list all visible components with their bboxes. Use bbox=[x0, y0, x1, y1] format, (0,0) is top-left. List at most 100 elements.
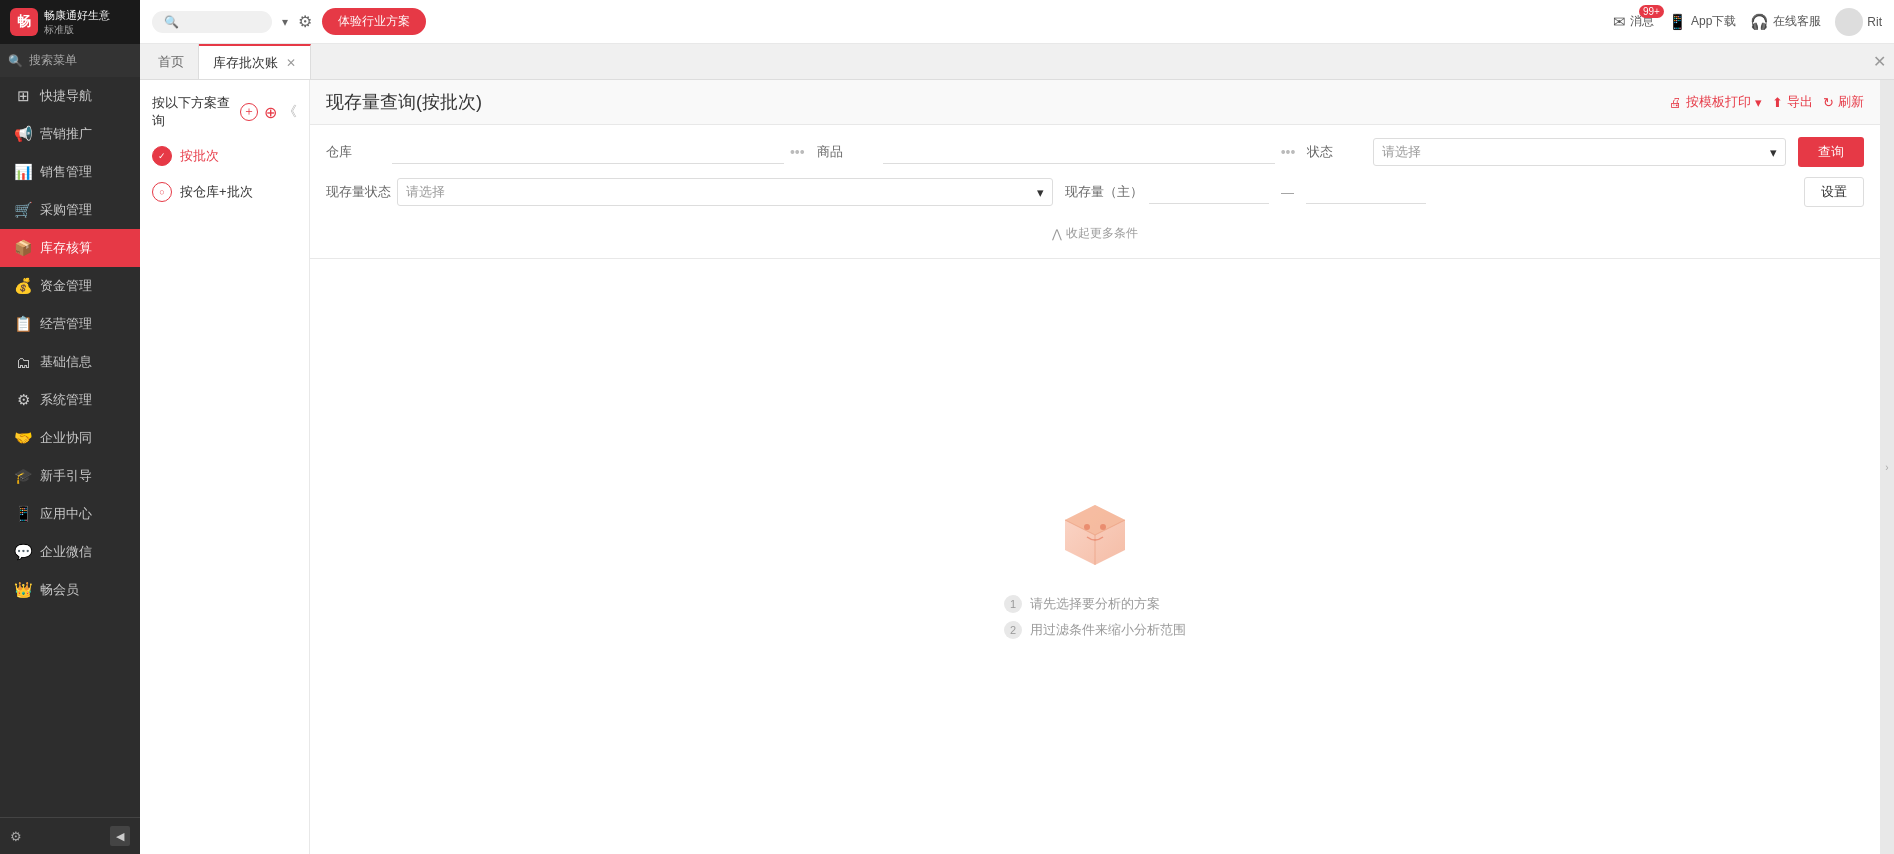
sidebar-item-marketing[interactable]: 📢 营销推广 bbox=[0, 115, 140, 153]
tip-num-1: 1 bbox=[1004, 595, 1022, 613]
left-panel-actions: ＋ ⊕ 《 bbox=[240, 103, 297, 122]
marketing-icon: 📢 bbox=[14, 125, 32, 143]
sidebar-scroll-left[interactable]: ◀ bbox=[110, 826, 130, 846]
quick-nav-icon: ⊞ bbox=[14, 87, 32, 105]
service-icon: 🎧 bbox=[1750, 13, 1769, 31]
tab-panel-close-icon[interactable]: ✕ bbox=[1873, 52, 1886, 71]
sidebar-header: 畅 畅康通好生意 标准版 bbox=[0, 0, 140, 44]
left-panel-header: 按以下方案查询 ＋ ⊕ 《 bbox=[140, 90, 309, 138]
sales-icon: 📊 bbox=[14, 163, 32, 181]
app-download-button[interactable]: 📱 App下载 bbox=[1668, 13, 1736, 31]
right-collapse-bar[interactable]: › bbox=[1880, 80, 1894, 854]
stock-status-dropdown-icon: ▾ bbox=[1037, 185, 1044, 200]
warehouse-input[interactable] bbox=[392, 140, 784, 164]
tab-inventory-batch[interactable]: 库存批次账 ✕ bbox=[199, 44, 311, 79]
empty-illustration bbox=[1045, 475, 1145, 575]
sidebar-scroll: ⊞ 快捷导航 📢 营销推广 📊 销售管理 🛒 采购管理 📦 库存核算 💰 资金管… bbox=[0, 77, 140, 817]
sidebar-item-operations[interactable]: 📋 经营管理 bbox=[0, 305, 140, 343]
export-icon: ⬆ bbox=[1772, 95, 1783, 110]
filter-row-2: 现存量状态 请选择 ▾ 现存量（主） — 设置 bbox=[326, 177, 1864, 207]
stock-qty-dash: — bbox=[1275, 185, 1300, 200]
product-more-icon[interactable]: ••• bbox=[1281, 144, 1296, 160]
svg-point-5 bbox=[1084, 524, 1090, 530]
query-button[interactable]: 查询 bbox=[1798, 137, 1864, 167]
trial-button[interactable]: 体验行业方案 bbox=[322, 8, 426, 35]
sidebar-item-system[interactable]: ⚙ 系统管理 bbox=[0, 381, 140, 419]
stock-qty-max-input[interactable] bbox=[1306, 180, 1426, 204]
stock-status-filter: 现存量状态 请选择 ▾ bbox=[326, 178, 1053, 206]
finance-icon: 💰 bbox=[14, 277, 32, 295]
purchase-icon: 🛒 bbox=[14, 201, 32, 219]
sidebar-item-sales[interactable]: 📊 销售管理 bbox=[0, 153, 140, 191]
status-label: 状态 bbox=[1307, 143, 1367, 161]
sidebar-item-inventory[interactable]: 📦 库存核算 bbox=[0, 229, 140, 267]
empty-tip-2: 2 用过滤条件来缩小分析范围 bbox=[1004, 621, 1186, 639]
tab-close-icon[interactable]: ✕ bbox=[286, 56, 296, 70]
content-area: 按以下方案查询 ＋ ⊕ 《 ✓ 按批次 ○ 按仓库+批次 现存量查询(按批次) bbox=[140, 80, 1894, 854]
base-icon: 🗂 bbox=[14, 354, 32, 371]
sidebar-item-wechat[interactable]: 💬 企业微信 bbox=[0, 533, 140, 571]
collapse-up-icon: ⋀ bbox=[1052, 227, 1062, 241]
empty-tips: 1 请先选择要分析的方案 2 用过滤条件来缩小分析范围 bbox=[1004, 595, 1186, 639]
empty-state: 1 请先选择要分析的方案 2 用过滤条件来缩小分析范围 bbox=[310, 259, 1880, 854]
empty-tip-1: 1 请先选择要分析的方案 bbox=[1004, 595, 1186, 613]
inventory-icon: 📦 bbox=[14, 239, 32, 257]
print-dropdown-icon[interactable]: ▾ bbox=[1755, 95, 1762, 110]
sidebar-item-member[interactable]: 👑 畅会员 bbox=[0, 571, 140, 609]
sidebar-search[interactable]: 🔍 搜索菜单 bbox=[0, 44, 140, 77]
topbar-search[interactable]: 🔍 bbox=[152, 11, 272, 33]
tabbar: 首页 库存批次账 ✕ ✕ bbox=[140, 44, 1894, 80]
settings-icon[interactable]: ⚙ bbox=[10, 829, 22, 844]
wechat-icon: 💬 bbox=[14, 543, 32, 561]
status-select[interactable]: 请选择 ▾ bbox=[1373, 138, 1786, 166]
settings-button[interactable]: 设置 bbox=[1804, 177, 1864, 207]
sidebar-item-quick-nav[interactable]: ⊞ 快捷导航 bbox=[0, 77, 140, 115]
scheme-item-by-batch[interactable]: ✓ 按批次 bbox=[140, 138, 309, 174]
stock-status-select[interactable]: 请选择 ▾ bbox=[397, 178, 1053, 206]
topbar-search-icon: 🔍 bbox=[164, 15, 179, 29]
left-panel: 按以下方案查询 ＋ ⊕ 《 ✓ 按批次 ○ 按仓库+批次 bbox=[140, 80, 310, 854]
sidebar-item-purchase[interactable]: 🛒 采购管理 bbox=[0, 191, 140, 229]
product-filter: 商品 ••• bbox=[817, 140, 1296, 164]
filter-row-1: 仓库 ••• 商品 ••• 状态 请选择 ▾ bbox=[326, 137, 1864, 167]
topbar: 🔍 ▾ ⚙ 体验行业方案 ✉ 消息 99+ 📱 App下载 🎧 在线客服 Rit bbox=[140, 0, 1894, 44]
product-input[interactable] bbox=[883, 140, 1275, 164]
scheme-item-by-warehouse-batch[interactable]: ○ 按仓库+批次 bbox=[140, 174, 309, 210]
export-button[interactable]: ⬆ 导出 bbox=[1772, 93, 1813, 111]
sidebar-item-newbie[interactable]: 🎓 新手引导 bbox=[0, 457, 140, 495]
print-button[interactable]: 🖨 按模板打印 ▾ bbox=[1669, 93, 1762, 111]
stock-qty-min-input[interactable] bbox=[1149, 180, 1269, 204]
sidebar-item-app[interactable]: 📱 应用中心 bbox=[0, 495, 140, 533]
status-dropdown-icon: ▾ bbox=[1770, 145, 1777, 160]
collapse-button[interactable]: ⋀ 收起更多条件 bbox=[1052, 225, 1138, 242]
sidebar-item-enterprise[interactable]: 🤝 企业协同 bbox=[0, 419, 140, 457]
sidebar-item-finance[interactable]: 💰 资金管理 bbox=[0, 267, 140, 305]
add-scheme-icon[interactable]: ＋ bbox=[240, 103, 258, 121]
online-service-button[interactable]: 🎧 在线客服 bbox=[1750, 13, 1821, 31]
avatar bbox=[1835, 8, 1863, 36]
topbar-dropdown-arrow[interactable]: ▾ bbox=[282, 15, 288, 29]
stock-qty-label: 现存量（主） bbox=[1065, 183, 1143, 201]
warehouse-more-icon[interactable]: ••• bbox=[790, 144, 805, 160]
collapse-left-icon[interactable]: 《 bbox=[283, 103, 297, 122]
print-icon: 🖨 bbox=[1669, 95, 1682, 110]
scheme-inactive-icon: ○ bbox=[152, 182, 172, 202]
refresh-icon: ↻ bbox=[1823, 95, 1834, 110]
search-icon: 🔍 bbox=[8, 54, 23, 68]
sidebar-item-base[interactable]: 🗂 基础信息 bbox=[0, 343, 140, 381]
warehouse-label: 仓库 bbox=[326, 143, 386, 161]
message-icon: ✉ bbox=[1613, 13, 1626, 31]
app-icon: 📱 bbox=[14, 505, 32, 523]
warehouse-filter: 仓库 ••• bbox=[326, 140, 805, 164]
sidebar: 畅 畅康通好生意 标准版 🔍 搜索菜单 ⊞ 快捷导航 📢 营销推广 📊 销售管理… bbox=[0, 0, 140, 854]
user-avatar-area[interactable]: Rit bbox=[1835, 8, 1882, 36]
tab-home[interactable]: 首页 bbox=[144, 44, 199, 79]
messages-button[interactable]: ✉ 消息 99+ bbox=[1613, 13, 1654, 31]
settings-scheme-icon[interactable]: ⊕ bbox=[264, 103, 277, 122]
topbar-gear-icon[interactable]: ⚙ bbox=[298, 12, 312, 31]
page-title: 现存量查询(按批次) bbox=[326, 90, 482, 114]
collapse-row: ⋀ 收起更多条件 bbox=[326, 217, 1864, 246]
svg-point-6 bbox=[1100, 524, 1106, 530]
tip-num-2: 2 bbox=[1004, 621, 1022, 639]
refresh-button[interactable]: ↻ 刷新 bbox=[1823, 93, 1864, 111]
